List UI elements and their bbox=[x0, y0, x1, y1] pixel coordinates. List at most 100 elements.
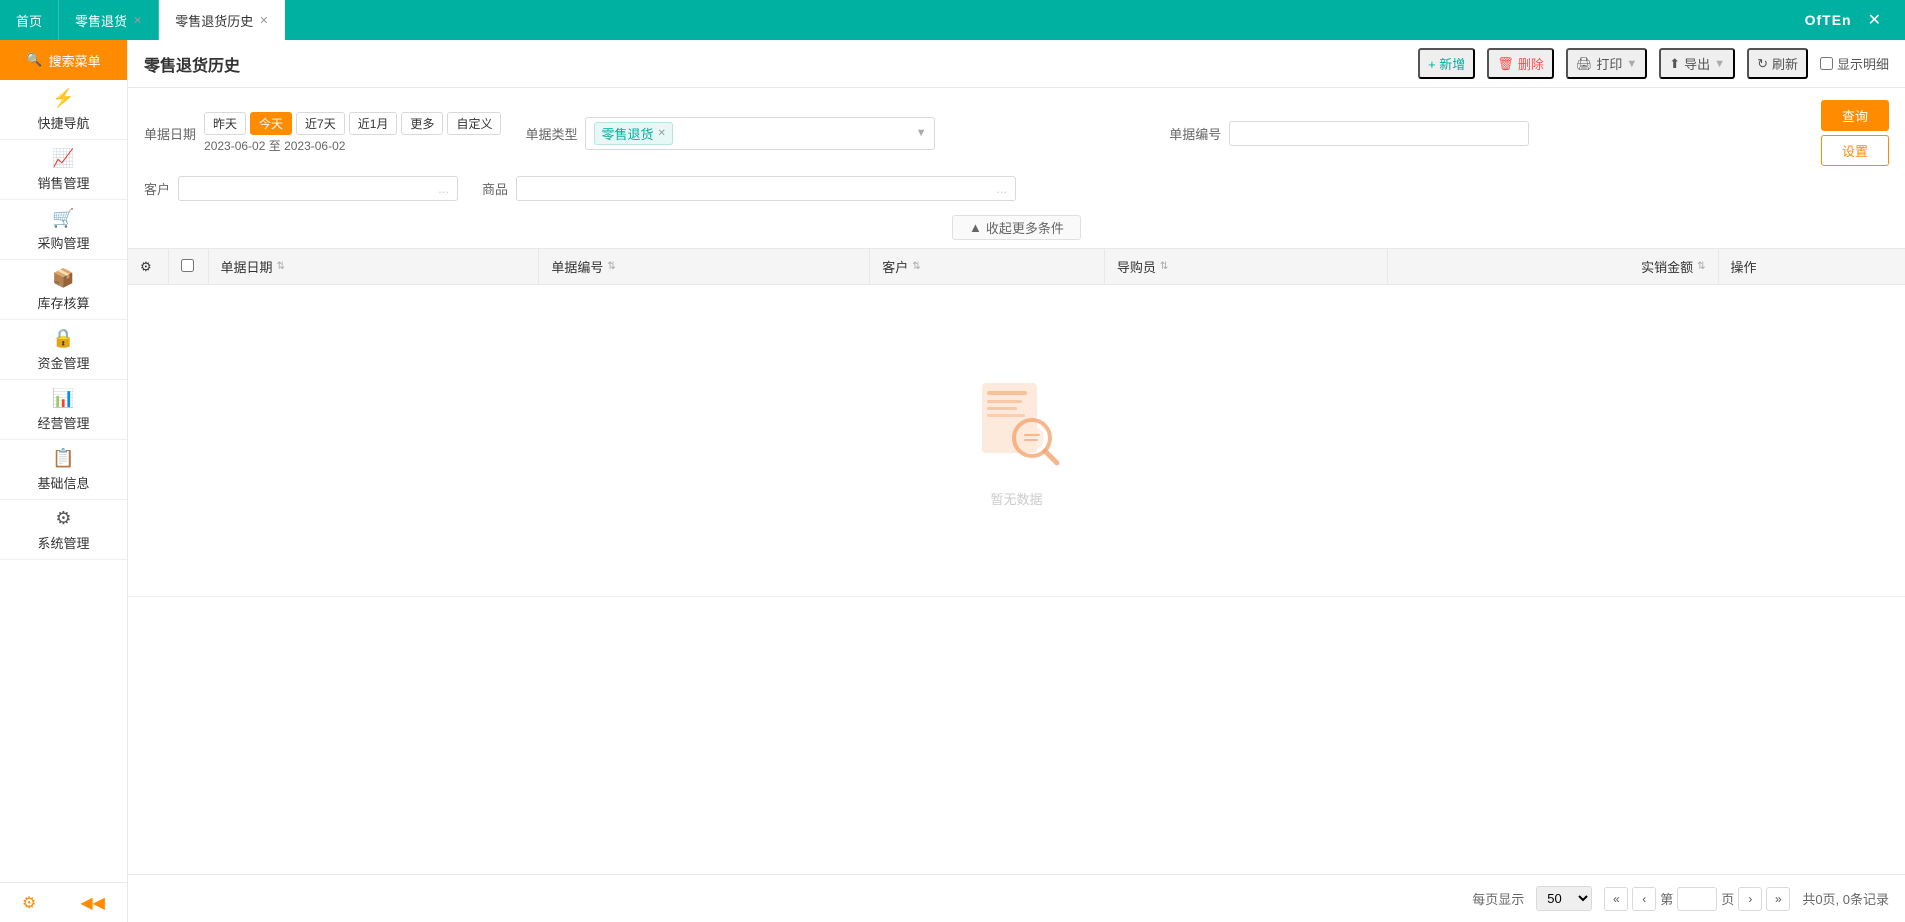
tab-home[interactable]: 首页 bbox=[0, 0, 59, 40]
page-header: 零售退货历史 + 新增 🗑 删除 🖨 打印 ▼ ⬆ 导出 ▼ bbox=[128, 40, 1905, 88]
sidebar-item-purchase-label: 采购管理 bbox=[37, 233, 89, 252]
sidebar-search-label: 搜索菜单 bbox=[49, 51, 101, 70]
finance-icon: 🔒 bbox=[52, 328, 74, 349]
date-btn-1month[interactable]: 近1月 bbox=[349, 112, 398, 135]
system-icon: ⚙ bbox=[55, 508, 71, 529]
page-next-button[interactable]: › bbox=[1738, 887, 1762, 911]
date-btn-today[interactable]: 今天 bbox=[250, 112, 292, 135]
query-button[interactable]: 查询 bbox=[1821, 100, 1889, 131]
page-number-input[interactable]: 1 bbox=[1677, 887, 1717, 911]
sidebar-item-basic-info-label: 基础信息 bbox=[37, 473, 89, 492]
th-customer[interactable]: 客户 ⇅ bbox=[870, 249, 1105, 285]
filter-customer-item: 客户 ... bbox=[144, 176, 458, 201]
th-amount[interactable]: 实销金额 ⇅ bbox=[1387, 249, 1718, 285]
new-button[interactable]: + 新增 bbox=[1418, 48, 1475, 79]
goods-filter-input[interactable]: ... bbox=[516, 176, 1016, 201]
sidebar: 🔍 搜索菜单 ⚡ 快捷导航 📈 销售管理 🛒 采购管理 📦 库存核算 🔒 bbox=[0, 40, 128, 922]
print-icon: 🖨 bbox=[1576, 56, 1593, 72]
sales-icon: 📈 bbox=[52, 148, 74, 169]
sidebar-item-operation-label: 经营管理 bbox=[37, 413, 89, 432]
type-filter-select[interactable]: 零售退货 ✕ ▼ bbox=[585, 117, 935, 150]
sidebar-item-basic-info[interactable]: 📋 基础信息 bbox=[0, 440, 127, 500]
customer-placeholder: ... bbox=[438, 181, 449, 196]
display-detail-checkbox[interactable] bbox=[1820, 57, 1833, 70]
main-layout: 🔍 搜索菜单 ⚡ 快捷导航 📈 销售管理 🛒 采购管理 📦 库存核算 🔒 bbox=[0, 40, 1905, 922]
sidebar-item-finance[interactable]: 🔒 资金管理 bbox=[0, 320, 127, 380]
customer-filter-input[interactable]: ... bbox=[178, 176, 458, 201]
date-btn-7days[interactable]: 近7天 bbox=[296, 112, 345, 135]
page-first-button[interactable]: « bbox=[1604, 887, 1628, 911]
sidebar-item-sales-mgmt[interactable]: 📈 销售管理 bbox=[0, 140, 127, 200]
sidebar-menu: ⚡ 快捷导航 📈 销售管理 🛒 采购管理 📦 库存核算 🔒 资金管理 📊 bbox=[0, 80, 127, 882]
date-btn-yesterday[interactable]: 昨天 bbox=[204, 112, 246, 135]
type-tag-close[interactable]: ✕ bbox=[657, 128, 665, 139]
sidebar-item-purchase-mgmt[interactable]: 🛒 采购管理 bbox=[0, 200, 127, 260]
tab-retail-return-close[interactable]: ✕ bbox=[133, 14, 142, 27]
date-btn-more[interactable]: 更多 bbox=[401, 112, 443, 135]
topbar-tabs: 首页 零售退货 ✕ 零售退货历史 ✕ bbox=[0, 0, 1805, 40]
per-page-select[interactable]: 50 100 200 bbox=[1536, 886, 1592, 911]
toolbar: + 新增 🗑 删除 🖨 打印 ▼ ⬆ 导出 ▼ ↻ 刷新 bbox=[1418, 48, 1889, 79]
tab-retail-return-history-close[interactable]: ✕ bbox=[259, 14, 268, 27]
date-btn-custom[interactable]: 自定义 bbox=[447, 112, 501, 135]
print-dropdown-icon: ▼ bbox=[1626, 58, 1637, 70]
refresh-label: 刷新 bbox=[1772, 54, 1798, 73]
goods-filter-label: 商品 bbox=[482, 179, 508, 198]
setting-button[interactable]: 设置 bbox=[1821, 135, 1889, 166]
date-filter-label: 单据日期 bbox=[144, 124, 196, 143]
operation-icon: 📊 bbox=[52, 388, 74, 409]
sidebar-item-operation[interactable]: 📊 经营管理 bbox=[0, 380, 127, 440]
page-suffix-label: 页 bbox=[1721, 889, 1734, 908]
sidebar-item-quick-nav-label: 快捷导航 bbox=[37, 113, 89, 132]
filter-date-item: 单据日期 昨天 今天 近7天 近1月 更多 自定义 2023-06-02 至 2… bbox=[144, 112, 501, 154]
audio-icon[interactable]: ◀◀ bbox=[80, 893, 105, 913]
collapse-button[interactable]: ▲ 收起更多条件 bbox=[952, 215, 1081, 240]
tab-retail-return-history[interactable]: 零售退货历史 ✕ bbox=[159, 0, 285, 40]
th-number-sort[interactable]: 单据编号 ⇅ bbox=[551, 257, 857, 276]
sidebar-item-quick-nav[interactable]: ⚡ 快捷导航 bbox=[0, 80, 127, 140]
sidebar-item-inventory[interactable]: 📦 库存核算 bbox=[0, 260, 127, 320]
window-close-button[interactable]: ✕ bbox=[1860, 6, 1889, 34]
filter-type-item: 单据类型 零售退货 ✕ ▼ bbox=[525, 117, 1145, 150]
th-number-label: 单据编号 bbox=[551, 257, 603, 276]
brand-label: OfTEn bbox=[1805, 12, 1852, 28]
type-filter-label: 单据类型 bbox=[525, 124, 577, 143]
type-select-content: 零售退货 ✕ bbox=[594, 122, 909, 145]
sidebar-search-button[interactable]: 🔍 搜索菜单 bbox=[0, 40, 127, 80]
tab-retail-return[interactable]: 零售退货 ✕ bbox=[59, 0, 159, 40]
delete-button[interactable]: 🗑 删除 bbox=[1487, 48, 1554, 79]
number-filter-input[interactable] bbox=[1229, 121, 1529, 146]
filter-row-1: 单据日期 昨天 今天 近7天 近1月 更多 自定义 2023-06-02 至 2… bbox=[144, 100, 1889, 166]
basic-info-icon: 📋 bbox=[52, 448, 74, 469]
refresh-button[interactable]: ↻ 刷新 bbox=[1747, 48, 1808, 79]
customer-sort-icon: ⇅ bbox=[912, 261, 920, 272]
sidebar-item-system-mgmt[interactable]: ⚙ 系统管理 bbox=[0, 500, 127, 560]
table-body: 暂无数据 bbox=[128, 285, 1905, 597]
settings-icon[interactable]: ⚙ bbox=[22, 893, 36, 913]
page-prev-button[interactable]: ‹ bbox=[1632, 887, 1656, 911]
th-guide-sort[interactable]: 导购员 ⇅ bbox=[1117, 257, 1375, 276]
filter-area: 单据日期 昨天 今天 近7天 近1月 更多 自定义 2023-06-02 至 2… bbox=[128, 88, 1905, 249]
th-customer-sort[interactable]: 客户 ⇅ bbox=[882, 257, 1092, 276]
th-date-label: 单据日期 bbox=[221, 257, 273, 276]
type-dropdown-arrow: ▼ bbox=[916, 127, 927, 139]
th-checkbox bbox=[168, 249, 208, 285]
refresh-icon: ↻ bbox=[1757, 56, 1768, 72]
page-last-button[interactable]: » bbox=[1766, 887, 1790, 911]
inventory-icon: 📦 bbox=[52, 268, 74, 289]
date-sort-icon: ⇅ bbox=[277, 261, 285, 272]
th-setting[interactable]: ⚙ bbox=[128, 249, 168, 285]
search-icon: 🔍 bbox=[26, 52, 42, 68]
th-guide[interactable]: 导购员 ⇅ bbox=[1104, 249, 1387, 285]
print-button[interactable]: 🖨 打印 ▼ bbox=[1566, 48, 1647, 79]
select-all-checkbox[interactable] bbox=[181, 259, 194, 272]
th-date[interactable]: 单据日期 ⇅ bbox=[208, 249, 539, 285]
collapse-label: 收起更多条件 bbox=[986, 218, 1064, 237]
column-setting-icon[interactable]: ⚙ bbox=[140, 259, 152, 274]
th-date-sort[interactable]: 单据日期 ⇅ bbox=[221, 257, 527, 276]
sidebar-item-finance-label: 资金管理 bbox=[37, 353, 89, 372]
export-button[interactable]: ⬆ 导出 ▼ bbox=[1659, 48, 1735, 79]
number-filter-label: 单据编号 bbox=[1169, 124, 1221, 143]
th-amount-sort[interactable]: 实销金额 ⇅ bbox=[1400, 257, 1706, 276]
th-number[interactable]: 单据编号 ⇅ bbox=[539, 249, 870, 285]
